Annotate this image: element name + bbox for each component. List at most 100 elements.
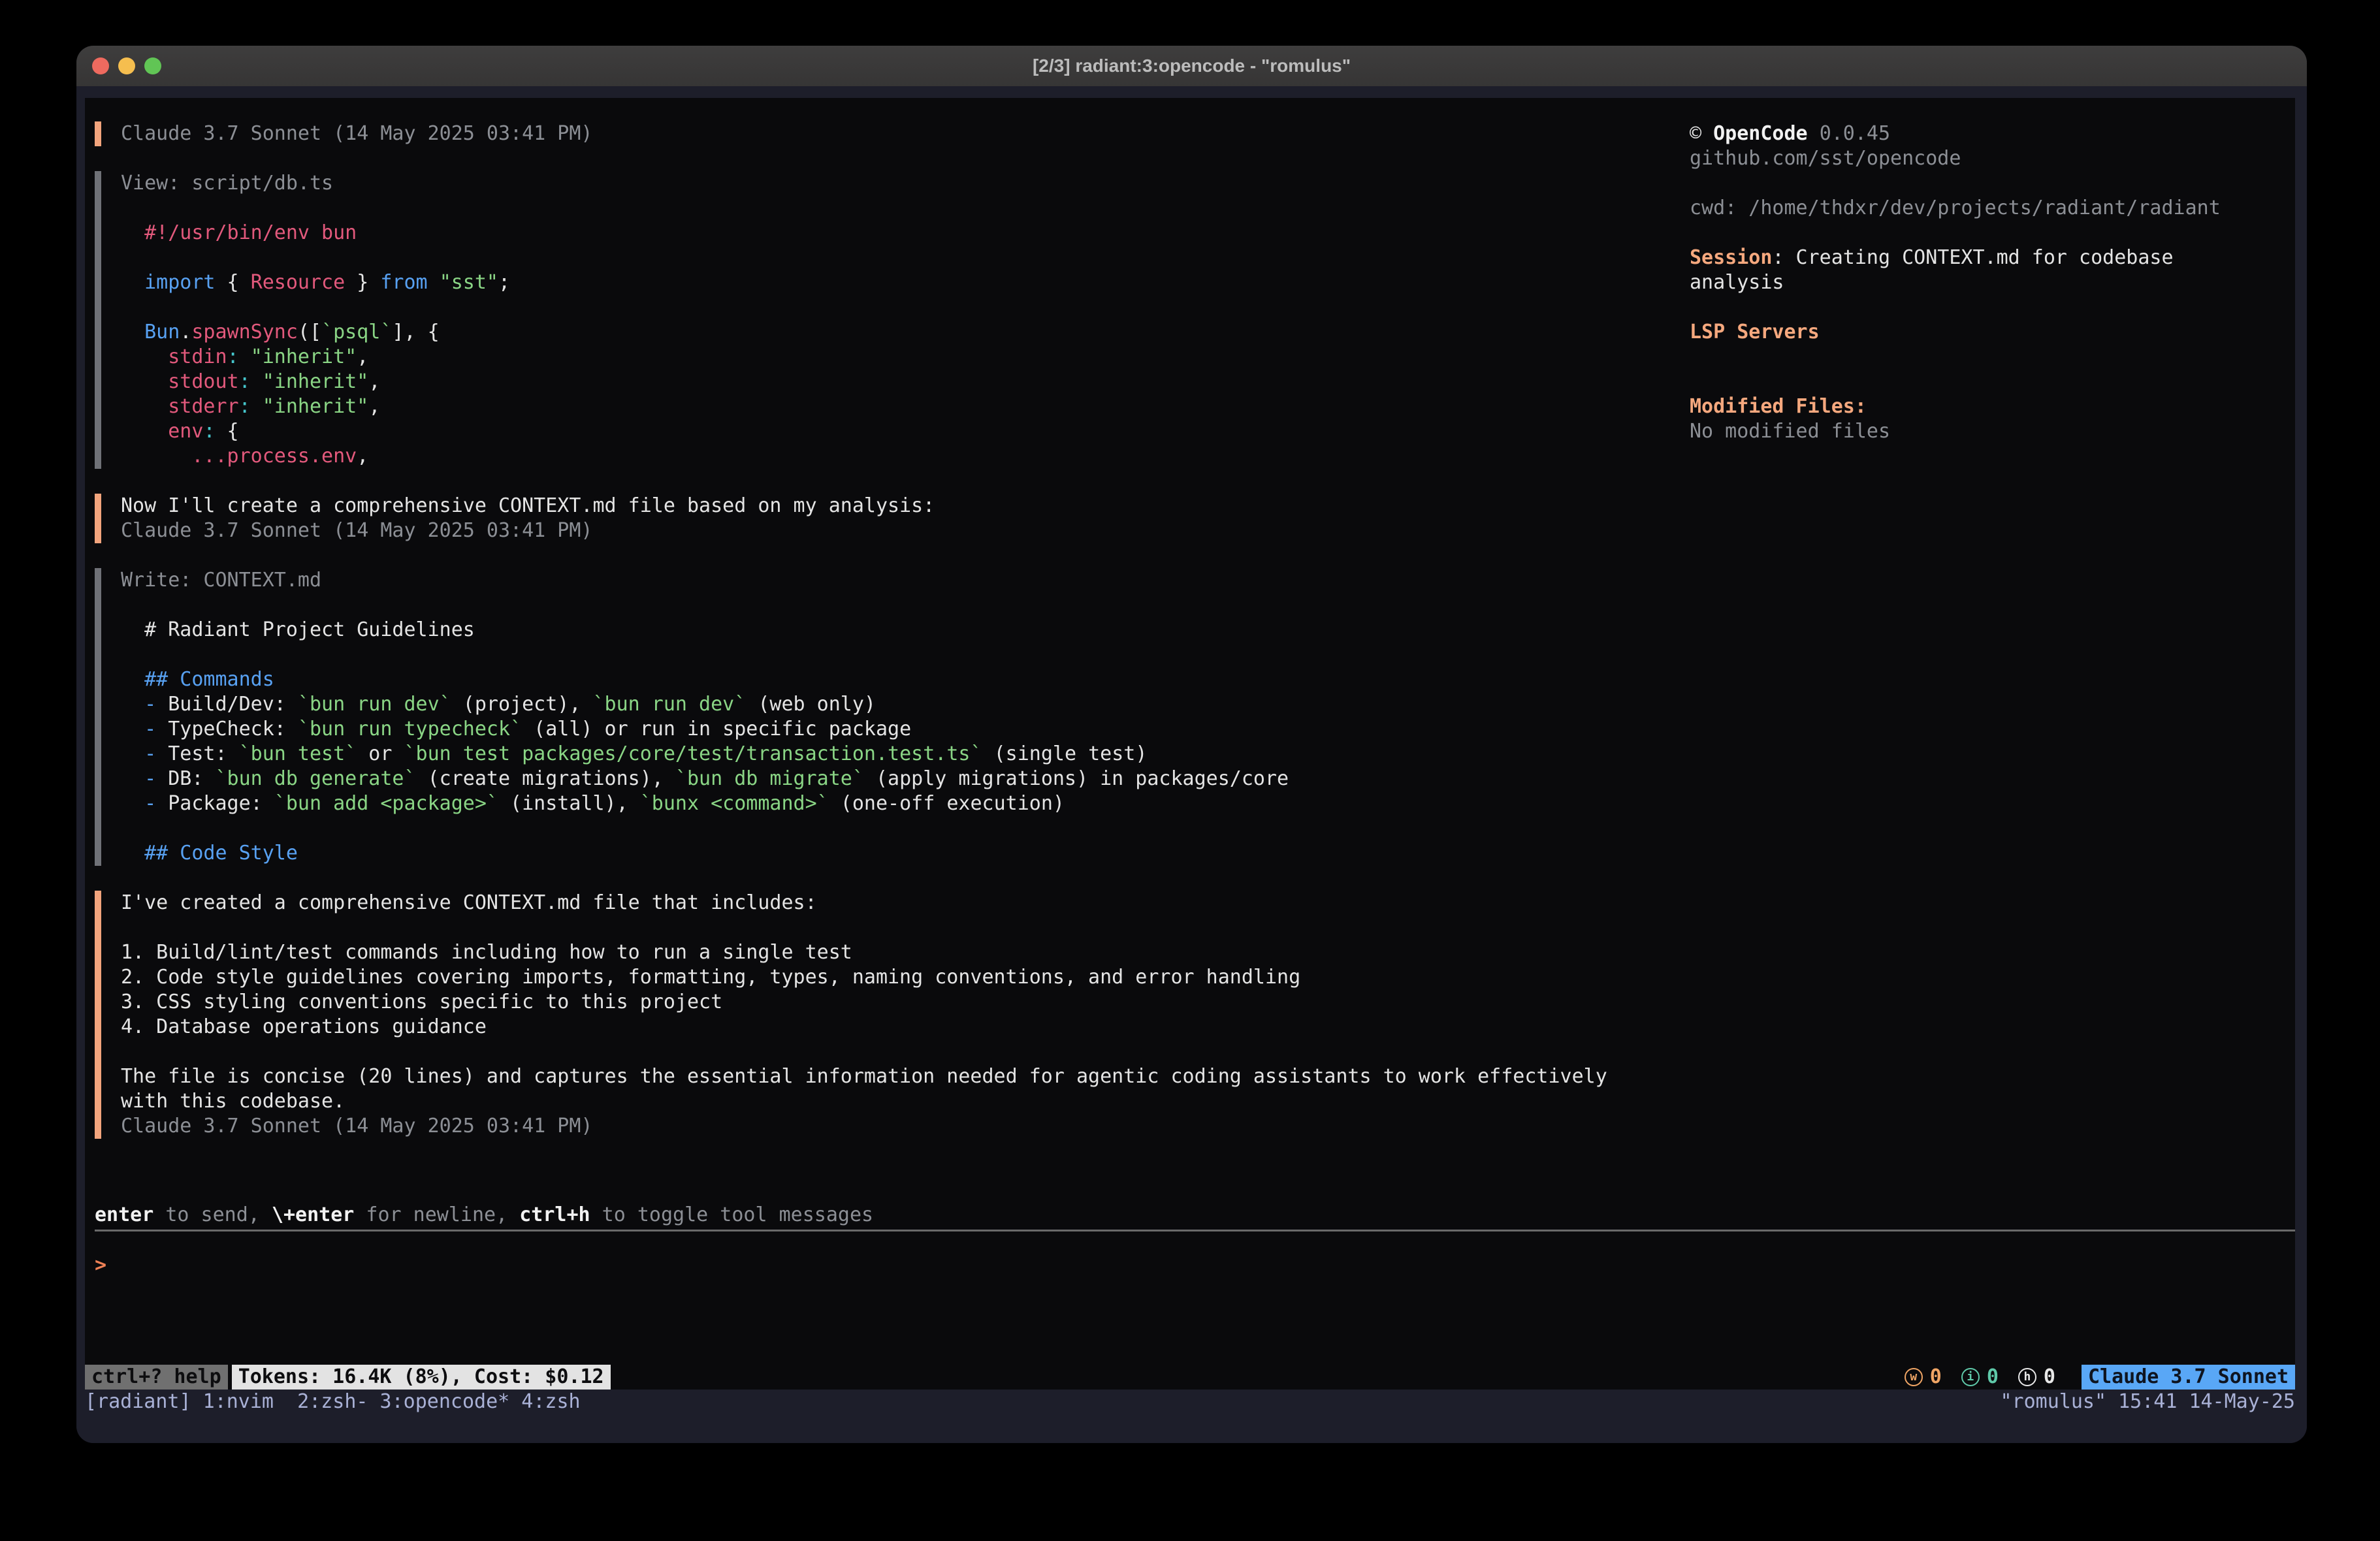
text-line: # Radiant Project Guidelines (121, 618, 1675, 643)
text-line: Session: Creating CONTEXT.md for codebas… (1690, 246, 2294, 270)
text-line: ...process.env, (121, 444, 1675, 469)
text-segment (121, 395, 168, 418)
hint-indicator: h 0 (2018, 1365, 2055, 1390)
tool-write-block: Write: CONTEXT.md # Radiant Project Guid… (95, 568, 1675, 866)
text-segment: ; (498, 271, 510, 294)
text-segment: Resource (251, 271, 346, 294)
text-line: ## Code Style (121, 841, 1675, 866)
text-line (121, 295, 1675, 320)
text-line: Write: CONTEXT.md (121, 568, 1675, 593)
text-segment: 3. CSS styling conventions specific to t… (121, 991, 722, 1013)
text-segment: analysis (1690, 271, 1784, 294)
window-title: [2/3] radiant:3:opencode - "romulus" (76, 46, 2307, 86)
text-line: I've created a comprehensive CONTEXT.md … (121, 891, 1675, 915)
text-line: stderr: "inherit", (121, 394, 1675, 419)
text-segment: with this codebase. (121, 1090, 345, 1113)
text-segment (121, 668, 144, 691)
text-line: 1. Build/lint/test commands including ho… (121, 940, 1675, 965)
text-line: No modified files (1690, 419, 2294, 444)
text-segment (121, 321, 144, 343)
text-segment: `bun test packages/core/test/transaction… (404, 742, 982, 765)
text-segment: © (1690, 122, 1713, 145)
text-segment: `bun db generate` (216, 767, 416, 790)
warning-icon: w (1905, 1368, 1923, 1386)
assistant-response-block: I've created a comprehensive CONTEXT.md … (95, 891, 1675, 1139)
text-segment (121, 445, 191, 468)
text-line: View: script/db.ts (121, 171, 1675, 196)
text-segment (121, 345, 168, 368)
text-segment: ([ (298, 321, 321, 343)
help-shortcut-chip: ctrl+? help (85, 1365, 228, 1390)
text-segment: (install), (498, 792, 640, 815)
text-segment: , (368, 395, 380, 418)
text-segment (1808, 122, 1820, 145)
text-line (1690, 171, 2294, 196)
text-segment: - (144, 792, 156, 815)
text-segment: Bun (144, 321, 180, 343)
text-line: ## Commands (121, 667, 1675, 692)
text-segment (121, 420, 168, 443)
text-segment: - (144, 767, 156, 790)
text-segment: `bun db migrate` (675, 767, 864, 790)
text-segment: env (168, 420, 203, 443)
text-line: LSP Servers (1690, 320, 2294, 345)
text-segment: 0.0.45 (1820, 122, 1890, 145)
model-chip[interactable]: Claude 3.7 Sonnet (2082, 1365, 2295, 1390)
text-segment: - (144, 718, 156, 740)
window-titlebar: [2/3] radiant:3:opencode - "romulus" (76, 46, 2307, 86)
tmux-windows-list[interactable]: [radiant] 1:nvim 2:zsh- 3:opencode* 4:zs… (85, 1390, 581, 1414)
text-segment: DB: (156, 767, 215, 790)
text-line: Now I'll create a comprehensive CONTEXT.… (121, 494, 1675, 518)
text-segment: `bun add <package>` (274, 792, 498, 815)
text-segment: { (216, 420, 239, 443)
text-line (121, 816, 1675, 841)
text-segment: \+enter (272, 1203, 354, 1226)
text-segment: Claude 3.7 Sonnet (14 May 2025 03:41 PM) (121, 1115, 592, 1137)
text-segment: `bun test` (239, 742, 357, 765)
text-segment: (create migrations), (416, 767, 675, 790)
text-segment: (one-off execution) (829, 792, 1065, 815)
text-line (121, 246, 1675, 270)
text-segment: 4. Database operations guidance (121, 1015, 487, 1038)
text-line: env: { (121, 419, 1675, 444)
tokens-cost-chip: Tokens: 16.4K (8%), Cost: $0.12 (232, 1365, 611, 1390)
message-input[interactable]: > (95, 1253, 2282, 1344)
text-segment: , (357, 345, 368, 368)
info-icon: i (1961, 1368, 1980, 1386)
text-segment (121, 842, 144, 865)
text-segment: Package: (156, 792, 274, 815)
text-segment: (project), (451, 693, 593, 716)
text-segment: 2. Code style guidelines covering import… (121, 966, 1300, 989)
text-segment: (apply migrations) in packages/core (864, 767, 1289, 790)
text-segment: stdout (168, 370, 238, 393)
text-segment (121, 742, 144, 765)
text-segment: Test: (156, 742, 238, 765)
text-segment: `bunx <command>` (640, 792, 829, 815)
text-line (1690, 345, 2294, 370)
assistant-text-block: Now I'll create a comprehensive CONTEXT.… (95, 494, 1675, 543)
text-segment: (web only) (746, 693, 876, 716)
text-segment: LSP Servers (1690, 321, 1820, 343)
text-segment: `bun run typecheck` (298, 718, 522, 740)
text-line: - Test: `bun test` or `bun test packages… (121, 742, 1675, 767)
text-segment: 1. Build/lint/test commands including ho… (121, 941, 852, 964)
text-segment: Modified Files: (1690, 395, 1867, 418)
text-segment: Now I'll create a comprehensive CONTEXT.… (121, 494, 935, 517)
text-line: 3. CSS styling conventions specific to t… (121, 990, 1675, 1015)
conversation: Claude 3.7 Sonnet (14 May 2025 03:41 PM)… (95, 121, 1675, 1164)
text-line (121, 593, 1675, 618)
diagnostics-indicators: w 0 i 0 h 0 (1905, 1365, 2055, 1390)
text-segment: , (357, 445, 368, 468)
warning-count: 0 (1930, 1365, 1942, 1390)
text-line: stdin: "inherit", (121, 345, 1675, 370)
text-segment: Claude 3.7 Sonnet (14 May 2025 03:41 PM) (121, 519, 592, 542)
text-segment: from (380, 271, 427, 294)
tool-view-block: View: script/db.ts #!/usr/bin/env bun im… (95, 171, 1675, 469)
text-segment: enter (95, 1203, 153, 1226)
text-line: - DB: `bun db generate` (create migratio… (121, 767, 1675, 791)
terminal-body: Claude 3.7 Sonnet (14 May 2025 03:41 PM)… (76, 86, 2307, 1443)
text-segment: "inherit" (251, 345, 357, 368)
text-segment: spawnSync (191, 321, 298, 343)
text-line: #!/usr/bin/env bun (121, 221, 1675, 246)
text-line (121, 643, 1675, 667)
